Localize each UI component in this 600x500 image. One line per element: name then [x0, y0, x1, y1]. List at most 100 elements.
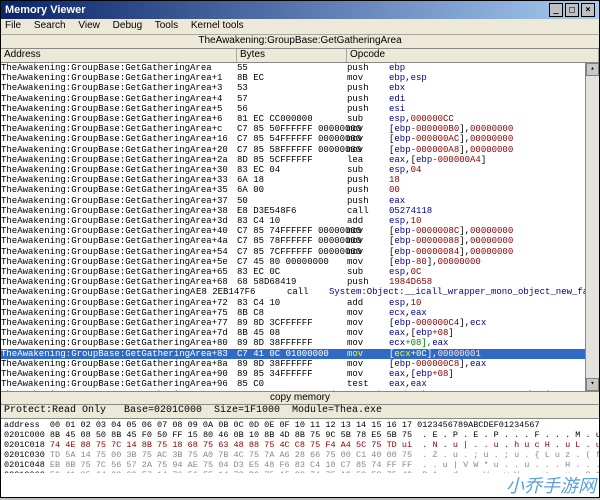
disasm-row[interactable]: TheAwakening:GroupBase:GetGatheringArea+…: [1, 114, 599, 124]
disasm-row[interactable]: TheAwakening:GroupBase:GetGatheringArea+…: [1, 206, 599, 216]
row-opcode: push00: [347, 185, 599, 195]
row-opcode: mov[ebp-000000C4],ecx: [347, 318, 599, 328]
disasm-row[interactable]: TheAwakening:GroupBase:GetGatheringArea+…: [1, 236, 599, 246]
row-bytes: C7 41 0C 01000000: [237, 349, 347, 359]
row-opcode: movecx+08],eax: [347, 338, 599, 348]
row-address: TheAwakening:GroupBase:GetGatheringArea+…: [1, 338, 237, 348]
disasm-row[interactable]: TheAwakening:GroupBase:GetGatheringArea+…: [1, 175, 599, 185]
menu-kernel-tools[interactable]: Kernel tools: [191, 20, 244, 31]
disasm-row[interactable]: TheAwakening:GroupBase:GetGatheringArea+…: [1, 155, 599, 165]
row-address: TheAwakening:GroupBase:GetGatheringArea+…: [1, 114, 237, 124]
disasm-row[interactable]: TheAwakening:GroupBase:GetGatheringArea+…: [1, 124, 599, 134]
row-bytes: 83 C4 10: [237, 216, 347, 226]
disasm-row[interactable]: TheAwakening:GroupBase:GetGatheringArea+…: [1, 390, 599, 392]
row-opcode: addesp,10: [347, 298, 599, 308]
row-address: TheAwakening:GroupBase:GetGatheringArea+…: [1, 216, 237, 226]
hex-row[interactable]: 0201C018 74 4E 88 75 7C 14 8B 75 18 68 7…: [4, 440, 596, 450]
row-address: TheAwakening:GroupBase:GetGatheringArea+…: [1, 328, 237, 338]
row-opcode: call05274118: [347, 206, 599, 216]
row-bytes: 89 8D 38FFFFFF: [237, 359, 347, 369]
hex-row[interactable]: 0201C030 TD 5A 14 75 00 3B 75 AC 3B 75 A…: [4, 450, 596, 460]
disassembly-list[interactable]: ▴ ▾ TheAwakening:GroupBase:GetGatheringA…: [1, 63, 599, 391]
disasm-row[interactable]: TheAwakening:GroupBase:GetGatheringArea+…: [1, 369, 599, 379]
disasm-row[interactable]: TheAwakening:GroupBase:GetGatheringArea+…: [1, 104, 599, 114]
menu-view[interactable]: View: [78, 20, 100, 31]
minimize-button[interactable]: _: [549, 3, 563, 17]
disasm-row[interactable]: TheAwakening:GroupBase:GetGatheringArea+…: [1, 73, 599, 83]
hex-row[interactable]: 0201C060 50 41 85 64 00 00 57 14 76 56 F…: [4, 470, 596, 473]
row-bytes: 83 EC 04: [237, 165, 347, 175]
row-opcode: movebp,esp: [347, 73, 599, 83]
scroll-down-button[interactable]: ▾: [586, 378, 599, 391]
row-bytes: 74 26: [226, 390, 331, 392]
hex-dump[interactable]: address 00 01 02 03 04 05 06 07 08 09 0A…: [1, 419, 599, 473]
scrollbar[interactable]: ▴ ▾: [585, 63, 599, 391]
row-bytes: 57: [237, 94, 347, 104]
disasm-row[interactable]: TheAwakening:GroupBase:GetGatheringArea+…: [1, 298, 599, 308]
row-address: TheAwakening:GroupBase:GetGatheringArea+…: [1, 155, 237, 165]
hex-row[interactable]: 0201C000 8B 45 08 50 8B 45 F0 50 FF 15 8…: [4, 430, 596, 440]
row-bytes: 89 8D 38FFFFFF: [237, 338, 347, 348]
row-opcode: testeax,eax: [347, 379, 599, 389]
maximize-button[interactable]: □: [565, 3, 579, 17]
menu-search[interactable]: Search: [34, 20, 66, 31]
row-bytes: 83 EC 0C: [237, 267, 347, 277]
row-address: TheAwakening:GroupBase:GetGatheringArea+…: [1, 247, 237, 257]
disasm-row[interactable]: TheAwakening:GroupBase:GetGatheringArea+…: [1, 338, 599, 348]
disasm-row[interactable]: TheAwakening:GroupBase:GetGatheringArea+…: [1, 328, 599, 338]
col-address[interactable]: Address: [1, 49, 237, 62]
disasm-row[interactable]: TheAwakening:GroupBase:GetGatheringArea+…: [1, 165, 599, 175]
hex-row[interactable]: 0201C048 EB 8B 75 7C 56 57 2A 75 94 AE 7…: [4, 460, 596, 470]
disasm-row[interactable]: TheAwakening:GroupBase:GetGatheringArea+…: [1, 277, 599, 287]
disasm-row[interactable]: TheAwakening:GroupBase:GetGatheringArea+…: [1, 287, 599, 297]
row-bytes: C7 85 54FFFFFF 00000000: [237, 134, 347, 144]
row-bytes: C7 45 80 00000000: [237, 257, 347, 267]
row-opcode: leaeax,[ebp-000000A4]: [347, 155, 599, 165]
col-bytes[interactable]: Bytes: [237, 49, 347, 62]
disasm-row[interactable]: TheAwakening:GroupBase:GetGatheringArea+…: [1, 267, 599, 277]
row-bytes: 89 8D 3CFFFFFF: [237, 318, 347, 328]
disasm-row[interactable]: TheAwakening:GroupBase:GetGatheringArea+…: [1, 134, 599, 144]
disasm-row[interactable]: TheAwakening:GroupBase:GetGatheringArea+…: [1, 83, 599, 93]
row-address: TheAwakening:GroupBase:GetGatheringArea+…: [1, 318, 237, 328]
disasm-row[interactable]: TheAwakening:GroupBase:GetGatheringArea+…: [1, 247, 599, 257]
close-button[interactable]: ×: [581, 3, 595, 17]
row-address: TheAwakening:GroupBase:GetGatheringArea+…: [1, 185, 237, 195]
disasm-row[interactable]: TheAwakening:GroupBase:GetGatheringArea+…: [1, 185, 599, 195]
disasm-row[interactable]: TheAwakening:GroupBase:GetGatheringArea+…: [1, 226, 599, 236]
titlebar[interactable]: Memory Viewer _ □ ×: [1, 1, 599, 19]
menu-debug[interactable]: Debug: [113, 20, 142, 31]
disasm-row[interactable]: TheAwakening:GroupBase:GetGatheringArea+…: [1, 379, 599, 389]
window-controls: _ □ ×: [549, 3, 595, 17]
disasm-row[interactable]: TheAwakening:GroupBase:GetGatheringArea+…: [1, 349, 599, 359]
row-opcode: mov[ebp-80],00000000: [347, 257, 599, 267]
disasm-row[interactable]: TheAwakening:GroupBase:GetGatheringArea+…: [1, 257, 599, 267]
disasm-row[interactable]: TheAwakening:GroupBase:GetGatheringArea+…: [1, 318, 599, 328]
col-opcode[interactable]: Opcode: [347, 49, 599, 62]
row-bytes: 89 85 34FFFFFF: [237, 369, 347, 379]
disasm-row[interactable]: TheAwakening:GroupBase:GetGatheringArea+…: [1, 145, 599, 155]
context-header: TheAwakening:GroupBase:GetGatheringArea: [1, 35, 599, 49]
row-bytes: E8 2EB147F6: [196, 287, 287, 297]
disasm-row[interactable]: TheAwakening:GroupBase:GetGatheringArea5…: [1, 63, 599, 73]
status-bar: Protect:Read Only Base=0201C000 Size=1F1…: [1, 405, 599, 419]
copy-memory-button[interactable]: copy memory: [1, 391, 599, 405]
disasm-row[interactable]: TheAwakening:GroupBase:GetGatheringArea+…: [1, 359, 599, 369]
disasm-row[interactable]: TheAwakening:GroupBase:GetGatheringArea+…: [1, 94, 599, 104]
row-address: TheAwakening:GroupBase:GetGatheringArea+…: [1, 267, 237, 277]
row-bytes: 8D 85 5CFFFFFF: [237, 155, 347, 165]
row-address: TheAwakening:GroupBase:GetGatheringArea+…: [1, 165, 237, 175]
disasm-row[interactable]: TheAwakening:GroupBase:GetGatheringArea+…: [1, 196, 599, 206]
row-bytes: C7 85 58FFFFFF 00000000: [237, 145, 347, 155]
disasm-row[interactable]: TheAwakening:GroupBase:GetGatheringArea+…: [1, 216, 599, 226]
row-opcode: mov[ebp-000000AC],00000000: [347, 134, 599, 144]
row-opcode: mov[ebp-00000088],00000000: [347, 236, 599, 246]
row-opcode: moveax,[ebp+08]: [347, 328, 599, 338]
menu-file[interactable]: File: [5, 20, 21, 31]
row-opcode: subesp,0C: [347, 267, 599, 277]
row-opcode: jeTheAwakening:GroupBase:GetGatheringAre…: [330, 390, 599, 392]
disasm-row[interactable]: TheAwakening:GroupBase:GetGatheringArea+…: [1, 308, 599, 318]
scroll-up-button[interactable]: ▴: [586, 63, 599, 76]
menu-tools[interactable]: Tools: [155, 20, 178, 31]
row-opcode: subesp,000000CC: [347, 114, 599, 124]
